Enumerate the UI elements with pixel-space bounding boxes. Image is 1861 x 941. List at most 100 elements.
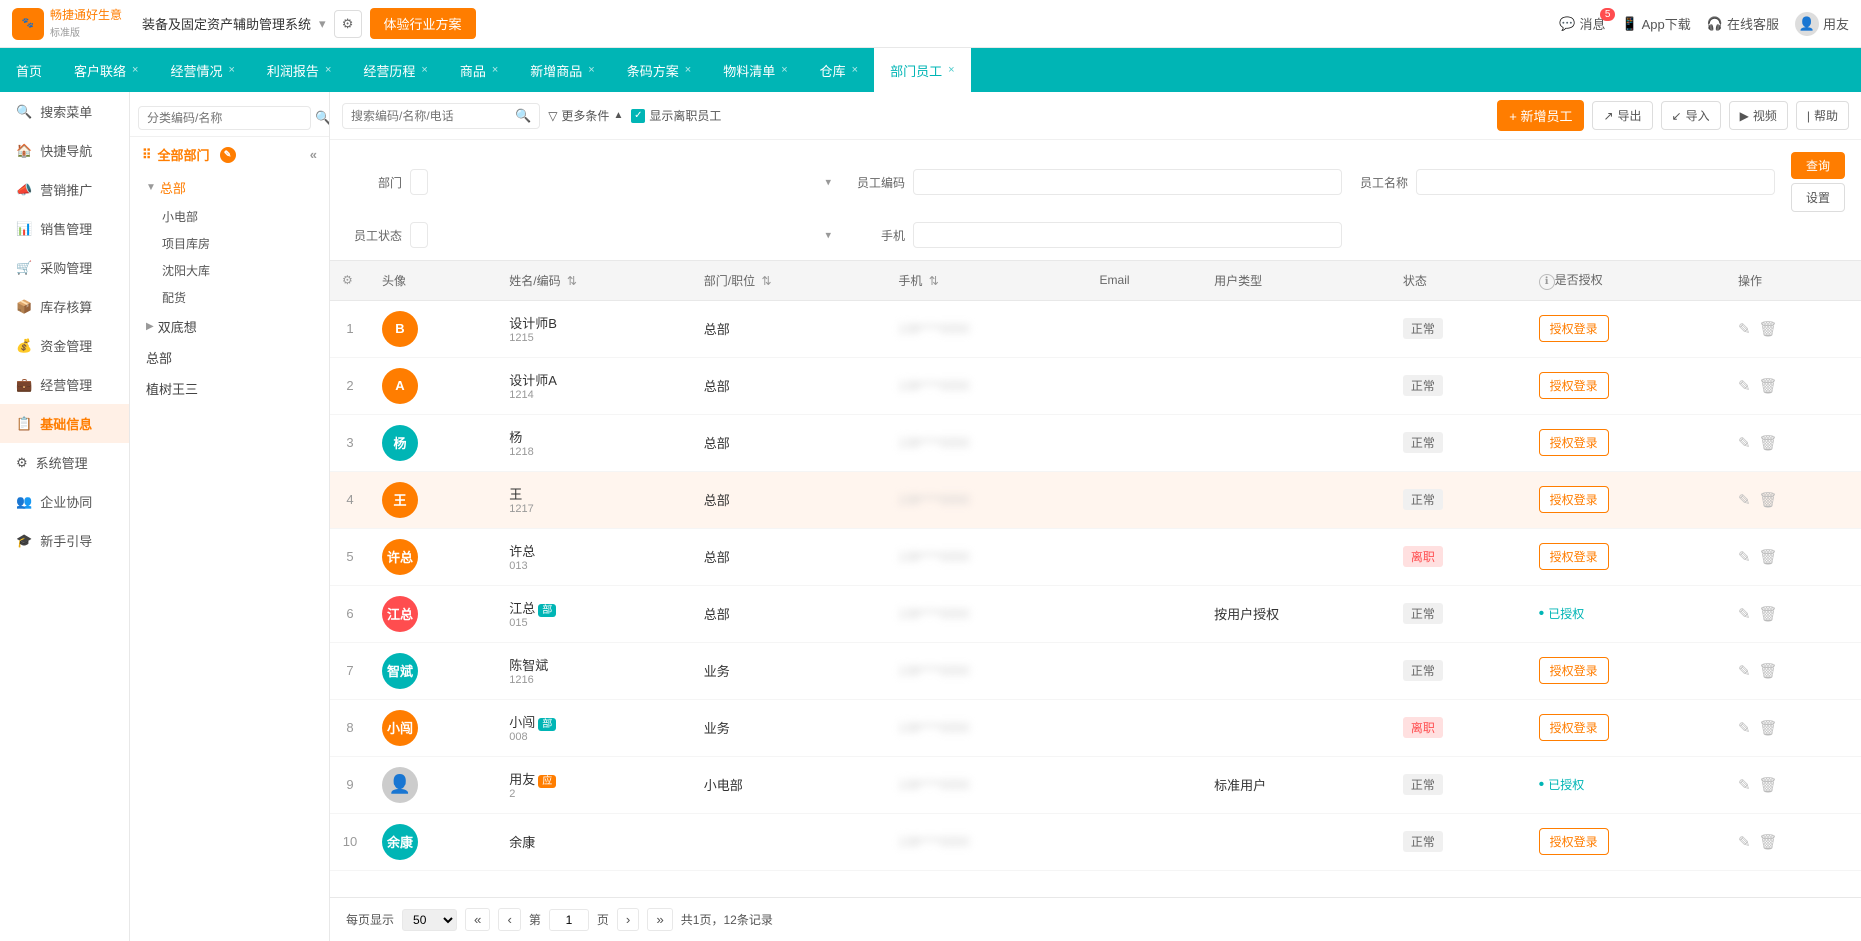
close-icon[interactable]: × [685, 64, 691, 76]
import-button[interactable]: ↙ 导入 [1661, 101, 1721, 130]
trial-button[interactable]: 体验行业方案 [370, 8, 476, 39]
help-button[interactable]: | 帮助 [1796, 101, 1849, 130]
settings-icon[interactable]: ⚙ [342, 273, 353, 287]
dept-child-ph[interactable]: 配货 [134, 284, 325, 311]
more-filter-btn[interactable]: ▽ 更多条件 ▲ [548, 107, 623, 124]
sidebar-search[interactable]: 🔍 搜索菜单 [0, 92, 129, 131]
query-button[interactable]: 查询 [1791, 152, 1845, 179]
emp-name-input[interactable] [1416, 169, 1775, 195]
auth-button[interactable]: 授权登录 [1539, 315, 1609, 342]
sort-name-icon[interactable]: ⇅ [567, 274, 577, 288]
delete-button[interactable]: 🗑 [1759, 662, 1778, 680]
next-page-btn[interactable]: › [617, 908, 639, 931]
dept-node-zongbu[interactable]: 总部 [134, 342, 325, 373]
close-icon[interactable]: × [588, 64, 594, 76]
sidebar-collab[interactable]: 👥 企业协同 [0, 482, 129, 521]
delete-button[interactable]: 🗑 [1759, 776, 1778, 794]
auth-button[interactable]: 授权登录 [1539, 486, 1609, 513]
sidebar-operation[interactable]: 💼 经营管理 [0, 365, 129, 404]
dept-all-header[interactable]: ⠿ 全部部门 ✎ « [130, 137, 329, 172]
sidebar-inventory[interactable]: 📦 库存核算 [0, 287, 129, 326]
col-dept[interactable]: 部门/职位 ⇅ [692, 261, 887, 300]
delete-button[interactable]: 🗑 [1759, 377, 1778, 395]
sort-dept-icon[interactable]: ⇅ [761, 274, 771, 288]
delete-button[interactable]: 🗑 [1759, 833, 1778, 851]
dept-node-shuangdi[interactable]: ▶ 双底想 [134, 311, 325, 342]
last-page-btn[interactable]: » [647, 908, 672, 931]
auth-button[interactable]: 授权登录 [1539, 543, 1609, 570]
close-icon[interactable]: × [325, 64, 331, 76]
sidebar-guide[interactable]: 🎓 新手引导 [0, 521, 129, 560]
delete-button[interactable]: 🗑 [1759, 605, 1778, 623]
emp-code-input[interactable] [913, 169, 1342, 195]
delete-button[interactable]: 🗑 [1759, 320, 1778, 338]
show-resigned-checkbox[interactable]: ✓ [631, 109, 645, 123]
dept-child-sydk[interactable]: 沈阳大库 [134, 257, 325, 284]
gear-button[interactable]: ⚙ [334, 10, 362, 38]
edit-button[interactable]: ✎ [1738, 548, 1751, 566]
nav-barcode[interactable]: 条码方案 × [611, 48, 707, 92]
app-download-item[interactable]: 📱 App下载 [1621, 14, 1690, 33]
nav-customer[interactable]: 客户联络 × [58, 48, 154, 92]
dept-child-xdb[interactable]: 小电部 [134, 203, 325, 230]
sidebar-system[interactable]: ⚙ 系统管理 [0, 443, 129, 482]
nav-warehouse[interactable]: 仓库 × [804, 48, 874, 92]
edit-button[interactable]: ✎ [1738, 833, 1751, 851]
edit-button[interactable]: ✎ [1738, 776, 1751, 794]
nav-add-goods[interactable]: 新增商品 × [514, 48, 610, 92]
dept-search-input[interactable] [138, 106, 311, 130]
auth-info-icon[interactable]: ℹ [1539, 274, 1555, 290]
close-icon[interactable]: × [492, 64, 498, 76]
video-button[interactable]: ▶ 视频 [1729, 101, 1788, 130]
edit-button[interactable]: ✎ [1738, 605, 1751, 623]
sidebar-quicknav[interactable]: 🏠 快捷导航 [0, 131, 129, 170]
nav-operations[interactable]: 经营情况 × [154, 48, 250, 92]
message-item[interactable]: 💬 消息 5 [1559, 14, 1605, 33]
delete-button[interactable]: 🗑 [1759, 434, 1778, 452]
edit-button[interactable]: ✎ [1738, 434, 1751, 452]
sidebar-finance[interactable]: 💰 资金管理 [0, 326, 129, 365]
edit-button[interactable]: ✎ [1738, 491, 1751, 509]
col-phone[interactable]: 手机 ⇅ [886, 261, 1087, 300]
auth-button[interactable]: 授权登录 [1539, 372, 1609, 399]
auth-button[interactable]: 授权登录 [1539, 828, 1609, 855]
nav-bom[interactable]: 物料清单 × [707, 48, 803, 92]
online-service-item[interactable]: 🎧 在线客服 [1707, 14, 1779, 33]
nav-profit[interactable]: 利润报告 × [251, 48, 347, 92]
dept-node-zhishu[interactable]: 植树王三 [134, 373, 325, 404]
sidebar-sales[interactable]: 📊 销售管理 [0, 209, 129, 248]
edit-button[interactable]: ✎ [1738, 662, 1751, 680]
add-employee-button[interactable]: + 新增员工 [1497, 100, 1584, 131]
delete-button[interactable]: 🗑 [1759, 548, 1778, 566]
auth-button[interactable]: 授权登录 [1539, 657, 1609, 684]
dept-collapse-icon[interactable]: « [310, 147, 317, 162]
dept-select[interactable] [410, 169, 428, 195]
prev-page-btn[interactable]: ‹ [498, 908, 520, 931]
employee-search-input[interactable] [351, 109, 511, 123]
dept-search-icon[interactable]: 🔍 [315, 110, 330, 126]
per-page-select[interactable]: 50 20 100 [402, 909, 457, 931]
edit-button[interactable]: ✎ [1738, 719, 1751, 737]
page-number-input[interactable] [549, 909, 589, 931]
nav-goods[interactable]: 商品 × [444, 48, 514, 92]
nav-dept-staff[interactable]: 部门员工 × [874, 48, 970, 92]
search-icon[interactable]: 🔍 [515, 108, 531, 124]
close-icon[interactable]: × [852, 64, 858, 76]
close-icon[interactable]: × [421, 64, 427, 76]
dept-edit-icon[interactable]: ✎ [220, 147, 236, 163]
nav-home[interactable]: 首页 [0, 48, 58, 92]
col-name[interactable]: 姓名/编码 ⇅ [497, 261, 692, 300]
nav-history[interactable]: 经营历程 × [347, 48, 443, 92]
reset-button[interactable]: 设置 [1791, 183, 1845, 212]
first-page-btn[interactable]: « [465, 908, 490, 931]
sort-phone-icon[interactable]: ⇅ [929, 274, 939, 288]
auth-button[interactable]: 授权登录 [1539, 714, 1609, 741]
close-icon[interactable]: × [132, 64, 138, 76]
delete-button[interactable]: 🗑 [1759, 719, 1778, 737]
edit-button[interactable]: ✎ [1738, 377, 1751, 395]
close-icon-active[interactable]: × [948, 64, 954, 76]
sidebar-marketing[interactable]: 📣 营销推广 [0, 170, 129, 209]
edit-button[interactable]: ✎ [1738, 320, 1751, 338]
export-button[interactable]: ↗ 导出 [1592, 101, 1652, 130]
user-item[interactable]: 👤 用友 [1795, 12, 1849, 36]
